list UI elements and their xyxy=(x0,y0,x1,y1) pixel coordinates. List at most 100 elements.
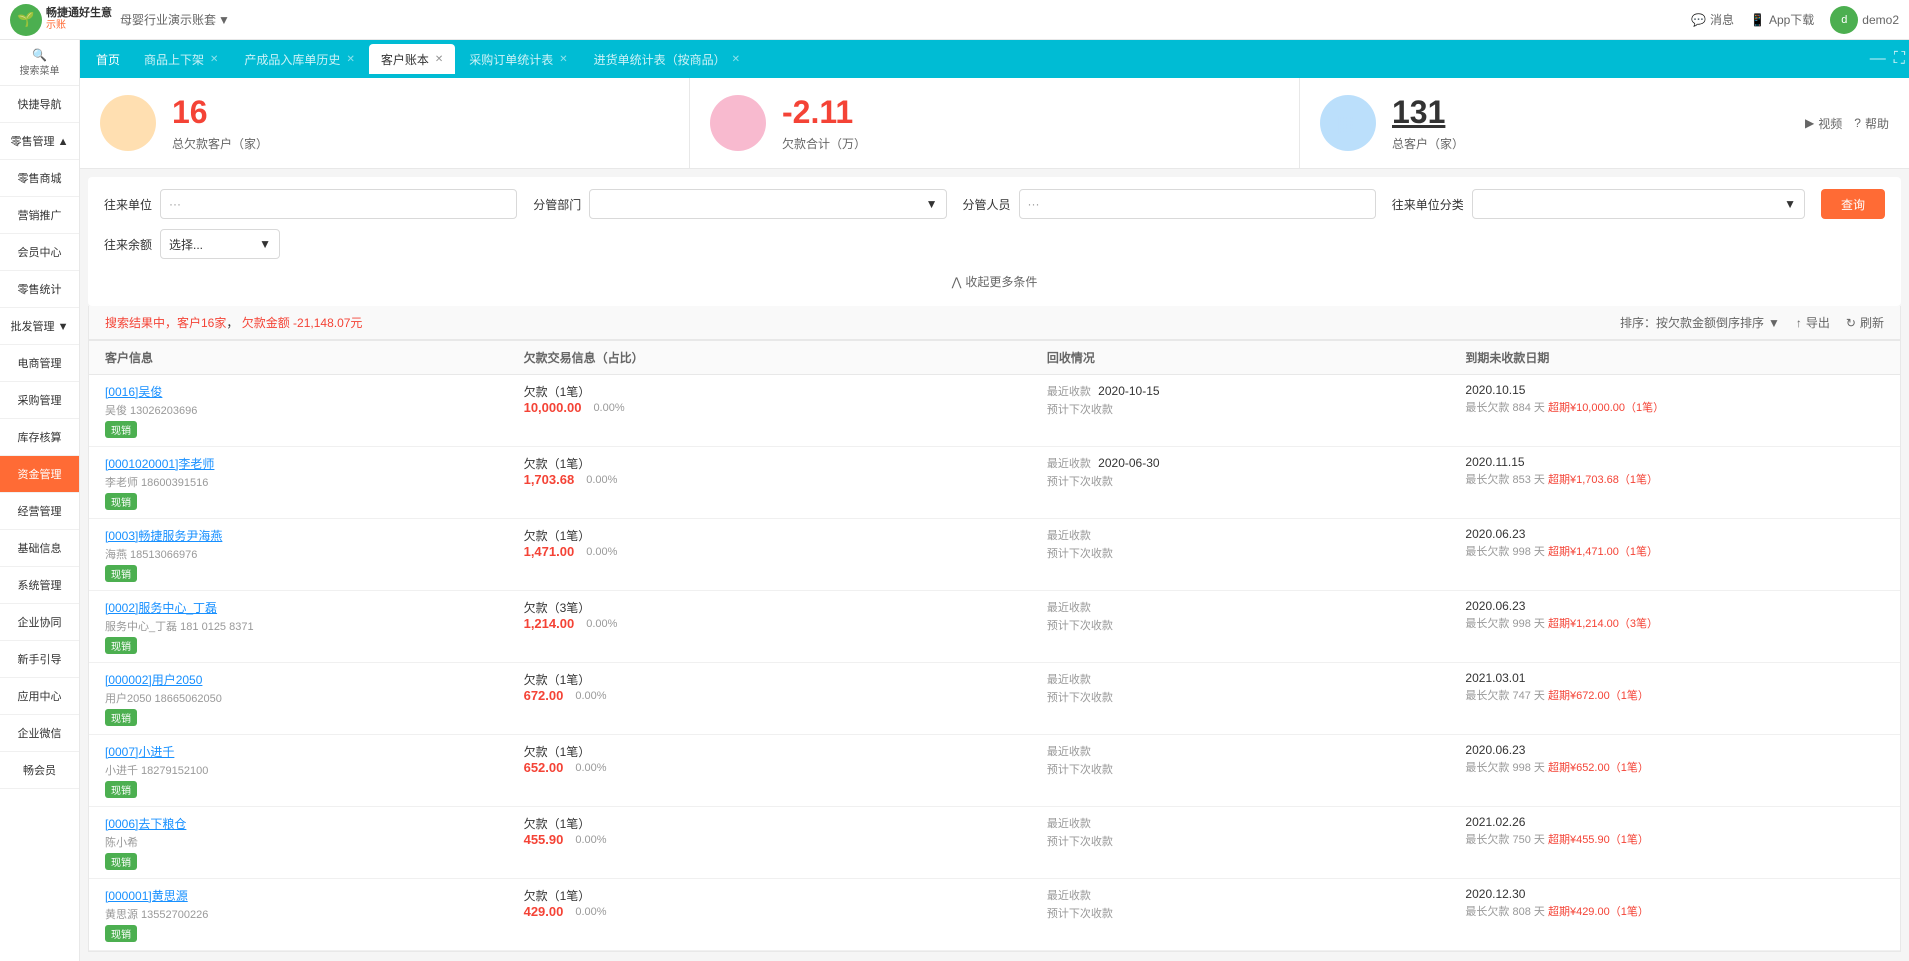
tab-customer-account[interactable]: 客户账本 ✕ xyxy=(369,44,455,74)
tab-close-icon[interactable]: ✕ xyxy=(732,54,740,65)
overdue-link[interactable]: 超期¥429.00（1笔） xyxy=(1548,906,1649,918)
customer-tag: 现销 xyxy=(105,853,137,870)
refresh-action[interactable]: ↻ 刷新 xyxy=(1846,314,1884,331)
sidebar-item-operations[interactable]: 经营管理 xyxy=(0,493,79,530)
filter-person-input[interactable]: ··· xyxy=(1019,189,1376,219)
sidebar-item-purchase[interactable]: 采购管理 xyxy=(0,382,79,419)
filter-unit-category-select[interactable]: ▼ xyxy=(1472,189,1805,219)
sidebar-item-quick-nav[interactable]: 快捷导航 xyxy=(0,86,79,123)
customer-cell: [0001020001]李老师 李老师 18600391516 现销 xyxy=(105,455,524,510)
sidebar-item-finance[interactable]: 资金管理 xyxy=(0,456,79,493)
date-cell: 2020.10.15 最长欠款 884 天 超期¥10,000.00（1笔） xyxy=(1465,383,1884,415)
debt-amount[interactable]: 429.00 xyxy=(524,904,564,919)
search-button[interactable]: 查询 xyxy=(1821,189,1885,219)
tab-product-toggle[interactable]: 商品上下架 ✕ xyxy=(132,44,230,74)
debt-cell: 欠款（3笔） 1,214.00 0.00% xyxy=(524,599,1047,631)
filter-dept-select[interactable]: ▼ xyxy=(589,189,946,219)
sort-action[interactable]: 排序：按欠款金额倒序排序 ▼ xyxy=(1620,314,1780,331)
sidebar-item-retail-mall[interactable]: 零售商城 xyxy=(0,160,79,197)
overdue-link[interactable]: 超期¥672.00（1笔） xyxy=(1548,690,1649,702)
app-download-action[interactable]: 📱 App下载 xyxy=(1750,11,1814,28)
date-cell: 2020.12.30 最长欠款 808 天 超期¥429.00（1笔） xyxy=(1465,887,1884,919)
debt-percent: 0.00% xyxy=(575,762,606,774)
overdue-link[interactable]: 超期¥10,000.00（1笔） xyxy=(1548,402,1664,414)
customer-name[interactable]: [000001]黄思源 xyxy=(105,887,524,904)
tab-product-history[interactable]: 产成品入库单历史 ✕ xyxy=(232,44,366,74)
collapse-button[interactable]: ⋀ 收起更多条件 xyxy=(952,273,1038,290)
sidebar-item-enterprise-wechat[interactable]: 企业微信 xyxy=(0,715,79,752)
debt-amount[interactable]: 1,214.00 xyxy=(524,616,575,631)
sidebar-item-member-plus[interactable]: 畅会员 xyxy=(0,752,79,789)
filter-balance-select[interactable]: 选择... ▼ xyxy=(160,229,280,259)
debt-count: 欠款（1笔） xyxy=(524,383,1047,400)
export-action[interactable]: ↑ 导出 xyxy=(1796,314,1830,331)
debt-amount[interactable]: 1,703.68 xyxy=(524,472,575,487)
tab-close-icon[interactable]: ✕ xyxy=(559,54,567,65)
sidebar-item-batch-manage[interactable]: 批发管理 ▼ xyxy=(0,308,79,345)
sidebar-item-label: 新手引导 xyxy=(18,654,62,666)
sidebar-item-member[interactable]: 会员中心 xyxy=(0,234,79,271)
sidebar-item-retail-stats[interactable]: 零售统计 xyxy=(0,271,79,308)
customer-cell: [000001]黄思源 黄思源 13552700226 现销 xyxy=(105,887,524,942)
tab-purchase-stats[interactable]: 进货单统计表（按商品） ✕ xyxy=(582,44,752,74)
sidebar-item-basic-info[interactable]: 基础信息 xyxy=(0,530,79,567)
org-selector[interactable]: 母婴行业演示账套 ▼ xyxy=(120,11,230,28)
overdue-link[interactable]: 超期¥652.00（1笔） xyxy=(1548,762,1649,774)
sidebar-item-retail-manage[interactable]: 零售管理 ▲ xyxy=(0,123,79,160)
customer-name[interactable]: [0016]吴俊 xyxy=(105,383,524,400)
sidebar-item-system[interactable]: 系统管理 xyxy=(0,567,79,604)
filter-from-unit-input[interactable]: ··· xyxy=(160,189,517,219)
customer-tag: 现销 xyxy=(105,493,137,510)
overdue-link[interactable]: 超期¥1,703.68（1笔） xyxy=(1548,474,1658,486)
sidebar-item-marketing[interactable]: 营销推广 xyxy=(0,197,79,234)
sidebar-item-label: 经营管理 xyxy=(18,506,62,518)
sidebar-item-ecommerce[interactable]: 电商管理 xyxy=(0,345,79,382)
sidebar-item-app-center[interactable]: 应用中心 xyxy=(0,678,79,715)
tab-close-icon[interactable]: ✕ xyxy=(435,54,443,65)
sidebar-item-warehouse[interactable]: 库存核算 xyxy=(0,419,79,456)
customer-name[interactable]: [000002]用户2050 xyxy=(105,671,524,688)
debt-amount[interactable]: 672.00 xyxy=(524,688,564,703)
col-header-debt: 欠款交易信息（占比） xyxy=(524,349,1047,366)
user-profile[interactable]: d demo2 xyxy=(1830,6,1899,34)
sidebar-item-label: 企业微信 xyxy=(18,728,62,740)
message-action[interactable]: 💬 消息 xyxy=(1691,11,1734,28)
sidebar-item-new-guide[interactable]: 新手引导 xyxy=(0,641,79,678)
debt-amount[interactable]: 10,000.00 xyxy=(524,400,582,415)
filter-balance: 往来余额 选择... ▼ xyxy=(104,229,280,259)
last-payment: 最近收款 xyxy=(1047,599,1466,615)
customer-tag: 现销 xyxy=(105,781,137,798)
video-action[interactable]: ▶ 视频 xyxy=(1805,115,1842,132)
debt-amount[interactable]: 455.90 xyxy=(524,832,564,847)
sidebar-search[interactable]: 🔍 搜索菜单 xyxy=(0,40,79,86)
sidebar-item-label: 批发管理 ▼ xyxy=(11,321,69,333)
customer-cell: [0003]畅捷服务尹海燕 海燕 18513066976 现销 xyxy=(105,527,524,582)
date-cell: 2020.06.23 最长欠款 998 天 超期¥652.00（1笔） xyxy=(1465,743,1884,775)
overdue-link[interactable]: 超期¥455.90（1笔） xyxy=(1548,834,1649,846)
overdue-info: 最长欠款 998 天 超期¥1,471.00（1笔） xyxy=(1465,543,1884,559)
search-icon: 🔍 xyxy=(32,48,47,62)
debt-amount[interactable]: 1,471.00 xyxy=(524,544,575,559)
help-action[interactable]: ? 帮助 xyxy=(1854,115,1889,132)
overdue-link[interactable]: 超期¥1,214.00（3笔） xyxy=(1548,618,1658,630)
customer-name[interactable]: [0001020001]李老师 xyxy=(105,455,524,472)
table-row: [0007]小进千 小进千 18279152100 现销 欠款（1笔） 652.… xyxy=(89,735,1900,807)
sidebar-item-collab[interactable]: 企业协同 xyxy=(0,604,79,641)
customer-name[interactable]: [0006]去下粮仓 xyxy=(105,815,524,832)
overdue-link[interactable]: 超期¥1,471.00（1笔） xyxy=(1548,546,1658,558)
customer-name[interactable]: [0007]小进千 xyxy=(105,743,524,760)
customer-cell: [0007]小进千 小进千 18279152100 现销 xyxy=(105,743,524,798)
maximize-icon[interactable]: ⛶ xyxy=(1894,50,1905,68)
tab-bar-actions: — ⛶ xyxy=(1870,50,1905,68)
avatar: d xyxy=(1830,6,1858,34)
debt-amount[interactable]: 652.00 xyxy=(524,760,564,775)
tab-close-icon[interactable]: ✕ xyxy=(210,54,218,65)
col-header-date: 到期未收款日期 xyxy=(1465,349,1884,366)
minimize-icon[interactable]: — xyxy=(1870,50,1886,68)
tab-close-icon[interactable]: ✕ xyxy=(346,54,354,65)
debt-cell: 欠款（1笔） 455.90 0.00% xyxy=(524,815,1047,847)
tab-home[interactable]: 首页 xyxy=(84,51,132,68)
customer-name[interactable]: [0002]服务中心_丁磊 xyxy=(105,599,524,616)
customer-name[interactable]: [0003]畅捷服务尹海燕 xyxy=(105,527,524,544)
tab-purchase-order[interactable]: 采购订单统计表 ✕ xyxy=(457,44,579,74)
